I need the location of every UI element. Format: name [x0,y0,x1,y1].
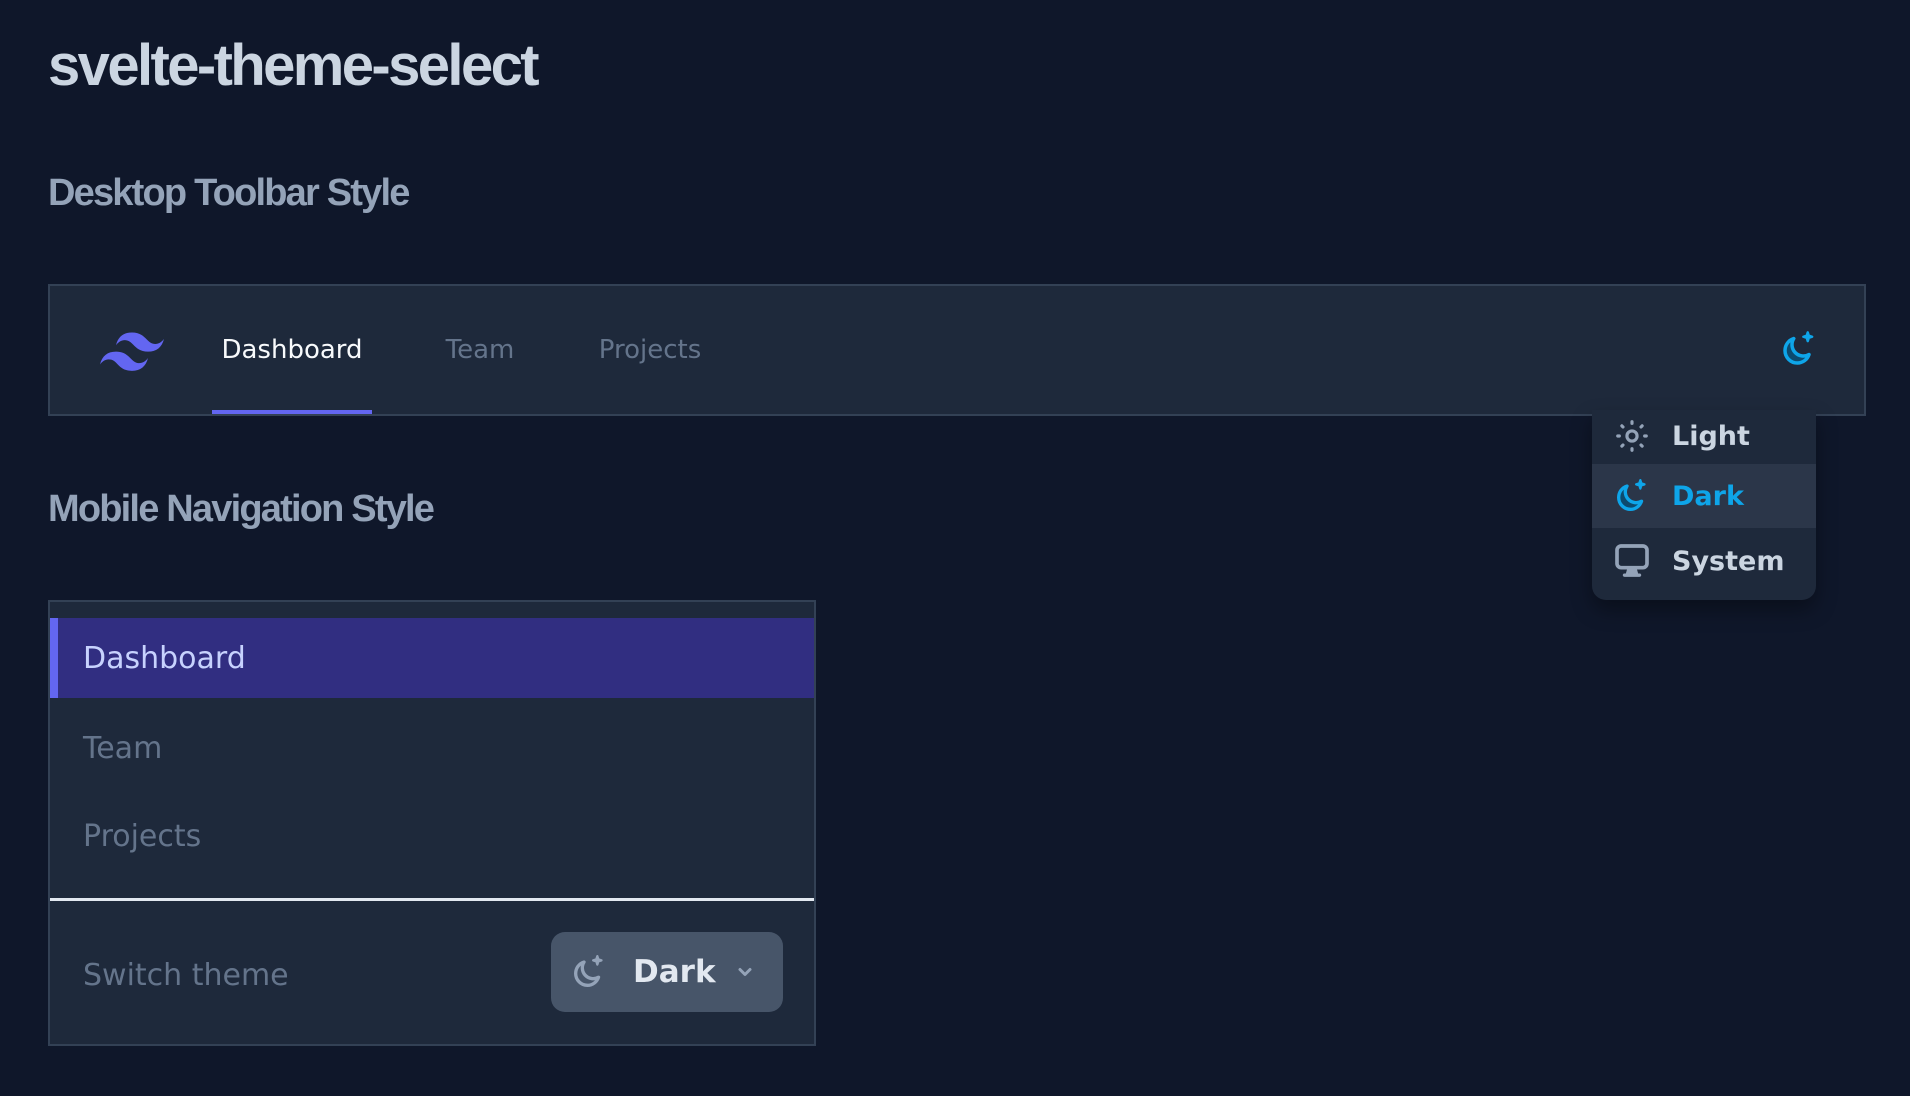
page-title: svelte-theme-select [48,33,540,98]
theme-option-light[interactable]: Light [1592,410,1816,464]
toolbar-nav-projects[interactable]: Projects [586,286,714,414]
theme-toggle-button[interactable] [1778,330,1820,372]
theme-option-label: System [1672,545,1785,577]
mobile-nav-dashboard[interactable]: Dashboard [50,618,814,698]
mobile-nav-projects[interactable]: Projects [50,796,814,876]
chevron-down-icon [735,962,755,982]
theme-option-label: Dark [1672,480,1744,512]
mobile-nav-panel: Dashboard Team Projects Switch theme Dar… [48,600,816,1046]
theme-select[interactable]: Dark [551,932,783,1012]
desktop-toolbar-heading: Desktop Toolbar Style [48,172,410,214]
theme-option-system[interactable]: System [1592,528,1816,594]
moon-sparkle-icon [1778,328,1820,375]
toolbar-nav-team[interactable]: Team [430,286,530,414]
moon-sparkle-icon [569,952,609,992]
theme-menu: Light Dark System [1592,410,1816,600]
theme-select-value: Dark [633,954,716,990]
toolbar-nav-dashboard[interactable]: Dashboard [212,286,372,414]
divider [50,898,814,901]
switch-theme-label: Switch theme [83,958,289,993]
mobile-nav-team[interactable]: Team [50,708,814,788]
desktop-toolbar: Dashboard Team Projects [48,284,1866,416]
theme-option-dark[interactable]: Dark [1592,464,1816,528]
moon-sparkle-icon [1612,476,1652,516]
monitor-icon [1612,541,1652,581]
mobile-nav-heading: Mobile Navigation Style [48,488,435,530]
theme-option-label: Light [1672,420,1750,452]
logo-icon[interactable] [100,332,164,372]
sun-icon [1612,416,1652,456]
